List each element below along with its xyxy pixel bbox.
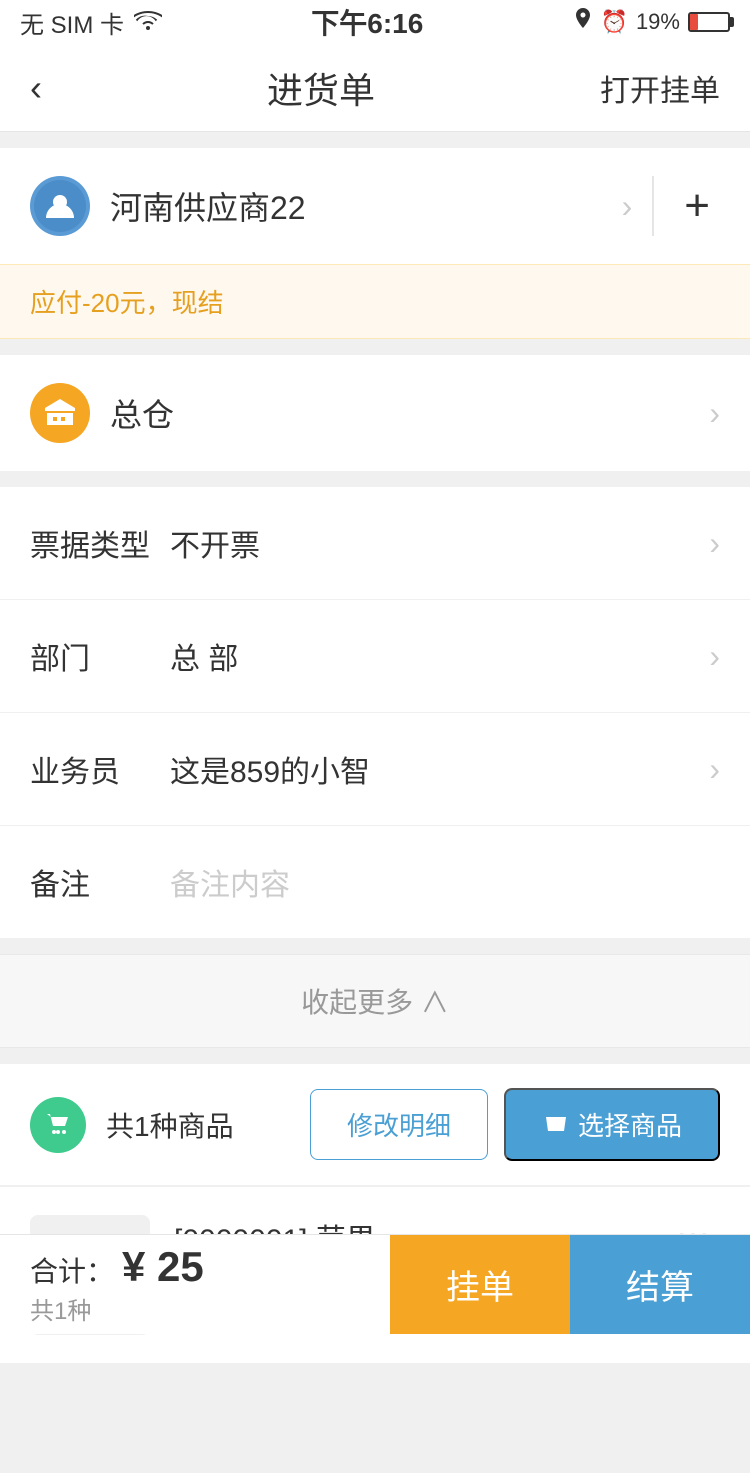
salesman-label: 业务员 xyxy=(30,747,170,791)
avatar-inner xyxy=(34,180,86,232)
modify-detail-button[interactable]: 修改明细 xyxy=(310,1089,488,1160)
cart-icon xyxy=(30,1097,86,1153)
chevron-right-icon: › xyxy=(622,188,633,225)
bottom-bar: 合计： ¥ 25 共1种 挂单 结算 xyxy=(0,1234,750,1334)
total-section: 合计： ¥ 25 共1种 xyxy=(0,1243,390,1326)
salesman-value: 这是859的小智 xyxy=(170,747,709,791)
department-chevron-icon: › xyxy=(709,638,720,675)
collapse-bar[interactable]: 收起更多 ∧ xyxy=(0,954,750,1048)
remark-row[interactable]: 备注 备注内容 xyxy=(0,826,750,938)
product-count-text: 共1种商品 xyxy=(106,1105,310,1145)
nav-bar: ‹ 进货单 打开挂单 xyxy=(0,44,750,132)
wifi-icon xyxy=(134,8,162,37)
salesman-row[interactable]: 业务员 这是859的小智 › xyxy=(0,713,750,826)
warehouse-name: 总仓 xyxy=(110,390,709,436)
status-bar: 无 SIM 卡 下午6:16 ⏰ 19% xyxy=(0,0,750,44)
invoice-value: 不开票 xyxy=(170,521,709,565)
supplier-row[interactable]: 河南供应商22 › + xyxy=(0,148,750,264)
invoice-row[interactable]: 票据类型 不开票 › xyxy=(0,487,750,600)
basket-icon xyxy=(542,1111,570,1139)
checkout-button[interactable]: 结算 xyxy=(570,1235,750,1334)
department-value: 总 部 xyxy=(170,634,709,678)
alarm-icon: ⏰ xyxy=(601,9,628,35)
notice-bar: 应付-20元，现结 xyxy=(0,264,750,339)
department-label: 部门 xyxy=(30,634,170,678)
total-count: 共1种 xyxy=(30,1291,360,1326)
open-pending-button[interactable]: 打开挂单 xyxy=(600,66,720,110)
form-section: 票据类型 不开票 › 部门 总 部 › 业务员 这是859的小智 › 备注 备注… xyxy=(0,487,750,938)
bottom-spacer xyxy=(0,1363,750,1473)
warehouse-section[interactable]: 总仓 › xyxy=(0,355,750,471)
battery-icon xyxy=(688,12,730,32)
hang-button[interactable]: 挂单 xyxy=(390,1235,570,1334)
remark-label: 备注 xyxy=(30,860,170,904)
back-button[interactable]: ‹ xyxy=(30,67,42,109)
add-button[interactable]: + xyxy=(674,181,720,231)
supplier-section: 河南供应商22 › + 应付-20元，现结 xyxy=(0,148,750,339)
select-product-label: 选择商品 xyxy=(578,1106,682,1143)
invoice-chevron-icon: › xyxy=(709,525,720,562)
gap-1 xyxy=(0,132,750,148)
page-title: 进货单 xyxy=(267,62,375,114)
battery-percent: 19% xyxy=(636,9,680,35)
warehouse-icon xyxy=(30,383,90,443)
department-row[interactable]: 部门 总 部 › xyxy=(0,600,750,713)
invoice-label: 票据类型 xyxy=(30,521,170,565)
divider xyxy=(652,176,654,236)
avatar xyxy=(30,176,90,236)
warehouse-chevron-icon: › xyxy=(709,395,720,432)
total-amount: ¥ 25 xyxy=(122,1243,204,1291)
product-toolbar: 共1种商品 修改明细 选择商品 xyxy=(0,1064,750,1185)
remark-input[interactable]: 备注内容 xyxy=(170,860,720,904)
supplier-name: 河南供应商22 xyxy=(110,183,622,229)
total-label: 合计： xyxy=(30,1250,114,1290)
carrier-text: 无 SIM 卡 xyxy=(20,5,124,40)
location-icon xyxy=(573,8,593,36)
select-product-button[interactable]: 选择商品 xyxy=(504,1088,720,1161)
status-time: 下午6:16 xyxy=(311,2,423,42)
salesman-chevron-icon: › xyxy=(709,751,720,788)
status-left: 无 SIM 卡 xyxy=(20,5,162,40)
status-right: ⏰ 19% xyxy=(573,8,730,36)
